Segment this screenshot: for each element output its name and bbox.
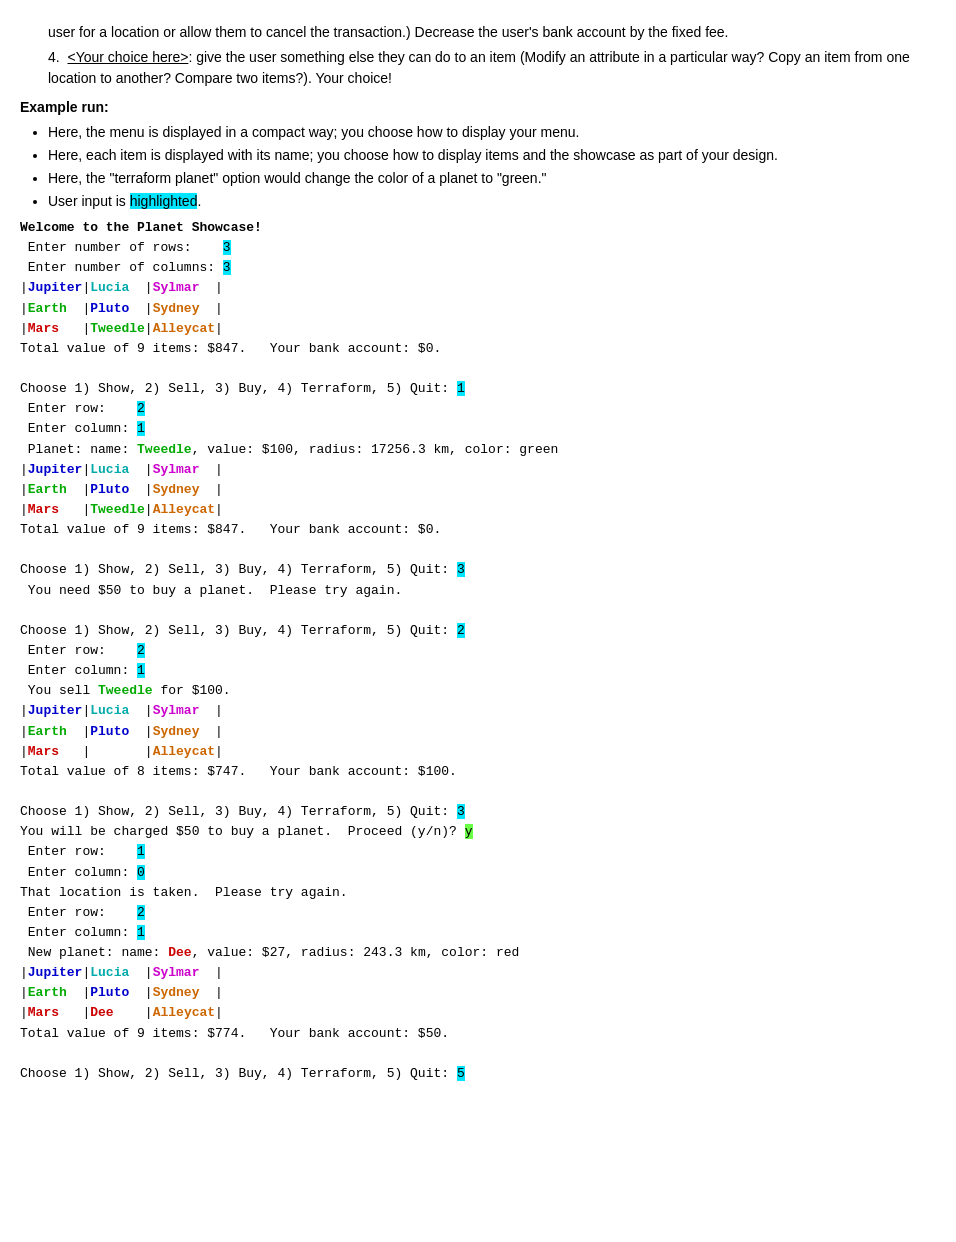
item3-text: user for a location or allow them to can… bbox=[48, 22, 936, 43]
welcome-line: Welcome to the Planet Showcase! Enter nu… bbox=[20, 218, 936, 1084]
terminal-output: Welcome to the Planet Showcase! Enter nu… bbox=[20, 218, 936, 1084]
item4-text: 4. <Your choice here>: give the user som… bbox=[48, 47, 936, 89]
example-bullets: Here, the menu is displayed in a compact… bbox=[48, 122, 936, 212]
bullet4: User input is highlighted. bbox=[48, 191, 936, 212]
item4-label: <Your choice here> bbox=[67, 49, 188, 65]
example-run-title: Example run: bbox=[20, 97, 936, 118]
intro-section: user for a location or allow them to can… bbox=[20, 22, 936, 212]
bullet2: Here, each item is displayed with its na… bbox=[48, 145, 936, 166]
bullet1: Here, the menu is displayed in a compact… bbox=[48, 122, 936, 143]
highlight-text: highlighted bbox=[130, 193, 198, 209]
bullet3: Here, the "terraform planet" option woul… bbox=[48, 168, 936, 189]
